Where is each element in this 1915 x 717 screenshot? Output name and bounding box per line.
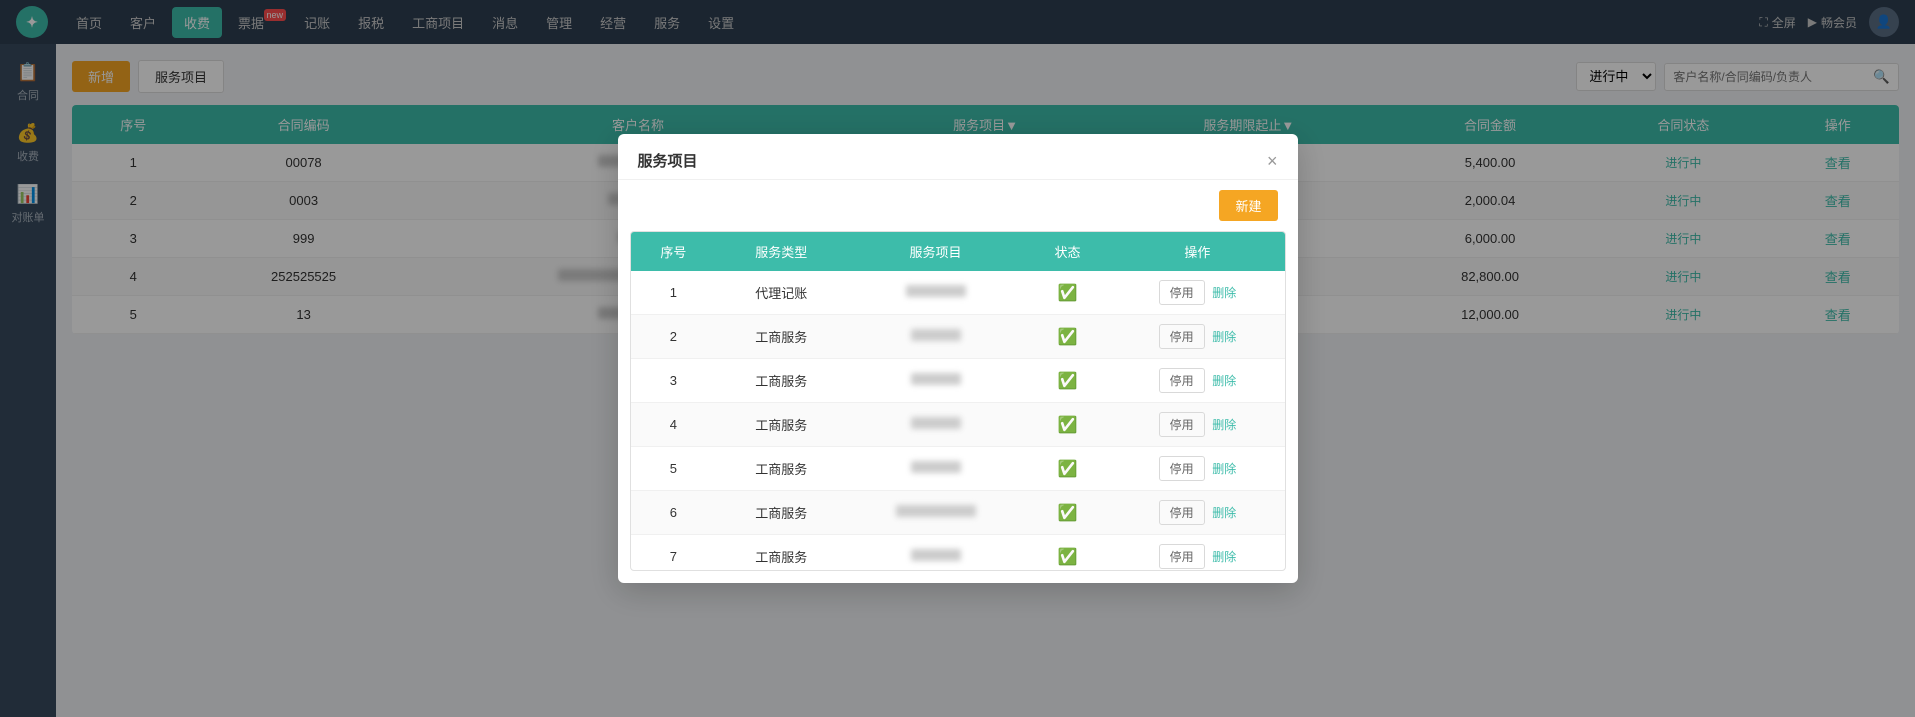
modal-cell-item: [846, 535, 1024, 572]
modal-body: 序号 服务类型 服务项目 状态 操作 1 代理记账 ✅ 停用 删除 2 工商服务: [618, 231, 1298, 583]
modal-cell-type: 工商服务: [716, 403, 846, 447]
modal-cell-action[interactable]: 停用 删除: [1110, 447, 1284, 491]
modal-col-action: 操作: [1110, 232, 1284, 271]
stop-button[interactable]: 停用: [1159, 280, 1205, 305]
modal-cell-item: [846, 271, 1024, 315]
modal-table-row: 2 工商服务 ✅ 停用 删除: [631, 315, 1285, 359]
modal-cell-action[interactable]: 停用 删除: [1110, 359, 1284, 403]
modal-cell-type: 工商服务: [716, 491, 846, 535]
stop-button[interactable]: 停用: [1159, 500, 1205, 525]
modal-table-row: 3 工商服务 ✅ 停用 删除: [631, 359, 1285, 403]
modal-table-row: 5 工商服务 ✅ 停用 删除: [631, 447, 1285, 491]
modal-table-row: 6 工商服务 ✅ 停用 删除: [631, 491, 1285, 535]
delete-button[interactable]: 删除: [1212, 548, 1236, 565]
stop-button[interactable]: 停用: [1159, 412, 1205, 437]
modal-cell-status: ✅: [1025, 535, 1111, 572]
modal-col-status: 状态: [1025, 232, 1111, 271]
modal-cell-seq: 6: [631, 491, 717, 535]
modal-cell-item: [846, 403, 1024, 447]
modal-cell-status: ✅: [1025, 491, 1111, 535]
status-check-icon: ✅: [1057, 285, 1077, 302]
modal-cell-item: [846, 315, 1024, 359]
status-check-icon: ✅: [1057, 373, 1077, 390]
modal-cell-action[interactable]: 停用 删除: [1110, 403, 1284, 447]
modal-cell-item: [846, 491, 1024, 535]
status-check-icon: ✅: [1057, 549, 1077, 566]
modal-table-row: 1 代理记账 ✅ 停用 删除: [631, 271, 1285, 315]
delete-button[interactable]: 删除: [1212, 284, 1236, 301]
modal-cell-seq: 5: [631, 447, 717, 491]
modal-cell-status: ✅: [1025, 271, 1111, 315]
modal-cell-seq: 3: [631, 359, 717, 403]
modal-cell-status: ✅: [1025, 315, 1111, 359]
stop-button[interactable]: 停用: [1159, 324, 1205, 349]
modal-col-seq: 序号: [631, 232, 717, 271]
modal-toolbar: 新建: [618, 180, 1298, 231]
modal-cell-action[interactable]: 停用 删除: [1110, 315, 1284, 359]
modal-cell-action[interactable]: 停用 删除: [1110, 271, 1284, 315]
stop-button[interactable]: 停用: [1159, 368, 1205, 393]
modal-cell-item: [846, 359, 1024, 403]
status-check-icon: ✅: [1057, 329, 1077, 346]
modal-overlay[interactable]: 服务项目 × 新建 序号 服务类型 服务项目 状态 操作: [0, 0, 1915, 717]
modal-table-wrap: 序号 服务类型 服务项目 状态 操作 1 代理记账 ✅ 停用 删除 2 工商服务: [630, 231, 1286, 571]
status-check-icon: ✅: [1057, 417, 1077, 434]
modal-cell-action[interactable]: 停用 删除: [1110, 535, 1284, 572]
status-check-icon: ✅: [1057, 505, 1077, 522]
modal-table-row: 4 工商服务 ✅ 停用 删除: [631, 403, 1285, 447]
delete-button[interactable]: 删除: [1212, 416, 1236, 433]
modal-cell-type: 工商服务: [716, 359, 846, 403]
stop-button[interactable]: 停用: [1159, 544, 1205, 569]
modal-cell-type: 工商服务: [716, 315, 846, 359]
modal-col-item: 服务项目: [846, 232, 1024, 271]
modal-new-button[interactable]: 新建: [1219, 190, 1277, 221]
modal-cell-seq: 7: [631, 535, 717, 572]
service-modal: 服务项目 × 新建 序号 服务类型 服务项目 状态 操作: [618, 134, 1298, 583]
modal-cell-action[interactable]: 停用 删除: [1110, 491, 1284, 535]
stop-button[interactable]: 停用: [1159, 456, 1205, 481]
delete-button[interactable]: 删除: [1212, 328, 1236, 345]
delete-button[interactable]: 删除: [1212, 372, 1236, 389]
modal-cell-seq: 4: [631, 403, 717, 447]
modal-header: 服务项目 ×: [618, 134, 1298, 180]
modal-table-row: 7 工商服务 ✅ 停用 删除: [631, 535, 1285, 572]
modal-col-type: 服务类型: [716, 232, 846, 271]
modal-cell-status: ✅: [1025, 403, 1111, 447]
modal-cell-seq: 2: [631, 315, 717, 359]
service-items-table: 序号 服务类型 服务项目 状态 操作 1 代理记账 ✅ 停用 删除 2 工商服务: [631, 232, 1285, 571]
modal-cell-type: 代理记账: [716, 271, 846, 315]
modal-cell-seq: 1: [631, 271, 717, 315]
status-check-icon: ✅: [1057, 461, 1077, 478]
modal-title: 服务项目: [638, 150, 698, 171]
modal-cell-status: ✅: [1025, 447, 1111, 491]
modal-close-button[interactable]: ×: [1267, 152, 1278, 170]
modal-cell-status: ✅: [1025, 359, 1111, 403]
modal-header-row: 序号 服务类型 服务项目 状态 操作: [631, 232, 1285, 271]
modal-cell-type: 工商服务: [716, 447, 846, 491]
modal-cell-type: 工商服务: [716, 535, 846, 572]
modal-cell-item: [846, 447, 1024, 491]
delete-button[interactable]: 删除: [1212, 460, 1236, 477]
delete-button[interactable]: 删除: [1212, 504, 1236, 521]
